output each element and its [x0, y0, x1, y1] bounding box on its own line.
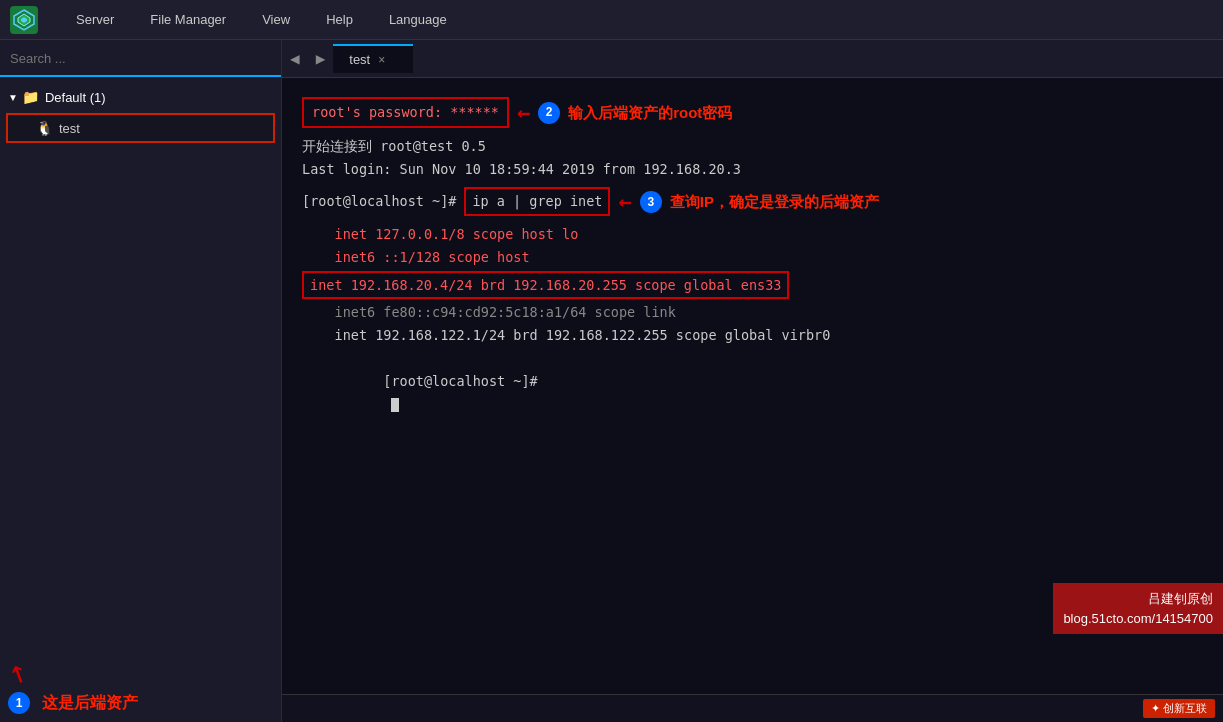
annotation-1-num: 1	[8, 692, 30, 714]
brand-text: ✦ 创新互联	[1151, 701, 1207, 716]
brand-badge: ✦ 创新互联	[1143, 699, 1215, 718]
app-logo	[10, 6, 38, 34]
cursor	[391, 398, 399, 412]
inet2-line: inet 192.168.122.1/24 brd 192.168.122.25…	[302, 324, 1203, 347]
inet1-line: inet 127.0.0.1/8 scope host lo	[302, 223, 1203, 246]
watermark-line2: blog.51cto.com/14154700	[1063, 609, 1213, 629]
linux-icon: 🐧	[36, 120, 53, 136]
tree-group-label: Default (1)	[45, 90, 106, 105]
arrow-right-icon: ←	[517, 94, 530, 131]
menu-server[interactable]: Server	[68, 8, 122, 31]
annotation-2-num: 2	[538, 102, 560, 124]
arrow-right-icon-2: ←	[618, 183, 631, 220]
main-container: ▼ 📁 Default (1) 🐧 test ↑ 1 这是后端资产	[0, 40, 1223, 722]
annotation-3-text: 查询IP，确定是登录的后端资产	[670, 189, 879, 215]
password-box: root's password: ******	[302, 97, 509, 128]
annotation-1-area: ↑ 1 这是后端资产	[0, 648, 281, 722]
cmd-box: ip a | grep inet	[464, 187, 610, 216]
inet-highlighted-box: inet 192.168.20.4/24 brd 192.168.20.255 …	[302, 271, 789, 300]
watermark: 吕建钊原创 blog.51cto.com/14154700	[1053, 583, 1223, 634]
tree-group-default[interactable]: ▼ 📁 Default (1)	[0, 85, 281, 109]
tab-test[interactable]: test ×	[333, 44, 413, 73]
folder-icon: 📁	[22, 89, 39, 105]
terminal-content: root's password: ****** ← 2 输入后端资产的root密…	[302, 94, 1203, 439]
search-box[interactable]	[0, 40, 281, 77]
tab-close-button[interactable]: ×	[378, 53, 385, 67]
up-arrow-icon: ↑	[3, 654, 32, 691]
sidebar-tree: ▼ 📁 Default (1) 🐧 test	[0, 77, 281, 648]
tab-label: test	[349, 52, 370, 67]
annotation-3-num: 3	[640, 191, 662, 213]
inet-highlighted-row: inet 192.168.20.4/24 brd 192.168.20.255 …	[302, 271, 1203, 300]
cmd-line-row: [root@localhost ~]# ip a | grep inet ← 3…	[302, 183, 1203, 220]
terminal[interactable]: root's password: ****** ← 2 输入后端资产的root密…	[282, 78, 1223, 694]
annotation-1-text: 这是后端资产	[42, 693, 138, 714]
connect-line: 开始连接到 root@test 0.5	[302, 135, 1203, 158]
last-login-line: Last login: Sun Nov 10 18:59:44 2019 fro…	[302, 158, 1203, 181]
sidebar-item-test[interactable]: 🐧 test	[6, 113, 275, 143]
menu-view[interactable]: View	[254, 8, 298, 31]
tab-bar: ◀ ▶ test ×	[282, 40, 1223, 78]
menubar: Server File Manager View Help Language	[0, 0, 1223, 40]
final-prompt: [root@localhost ~]#	[302, 347, 1203, 439]
menu-filemanager[interactable]: File Manager	[142, 8, 234, 31]
content-area: ◀ ▶ test × root's password: ****** ← 2 输…	[282, 40, 1223, 722]
inet6-1-line: inet6 ::1/128 scope host	[302, 246, 1203, 269]
tab-nav-left[interactable]: ◀	[282, 49, 308, 68]
chevron-down-icon: ▼	[8, 92, 18, 103]
menu-language[interactable]: Language	[381, 8, 455, 31]
sidebar: ▼ 📁 Default (1) 🐧 test ↑ 1 这是后端资产	[0, 40, 282, 722]
search-input[interactable]	[10, 51, 271, 66]
watermark-line1: 吕建钊原创	[1063, 589, 1213, 609]
bottom-bar: ✦ 创新互联	[282, 694, 1223, 722]
tab-nav-right[interactable]: ▶	[308, 49, 334, 68]
password-line-row: root's password: ****** ← 2 输入后端资产的root密…	[302, 94, 1203, 131]
sidebar-item-label: test	[59, 121, 80, 136]
annotation-2-text: 输入后端资产的root密码	[568, 100, 732, 126]
inet6-2-line: inet6 fe80::c94:cd92:5c18:a1/64 scope li…	[302, 301, 1203, 324]
menu-help[interactable]: Help	[318, 8, 361, 31]
prompt-1: [root@localhost ~]#	[302, 190, 456, 213]
